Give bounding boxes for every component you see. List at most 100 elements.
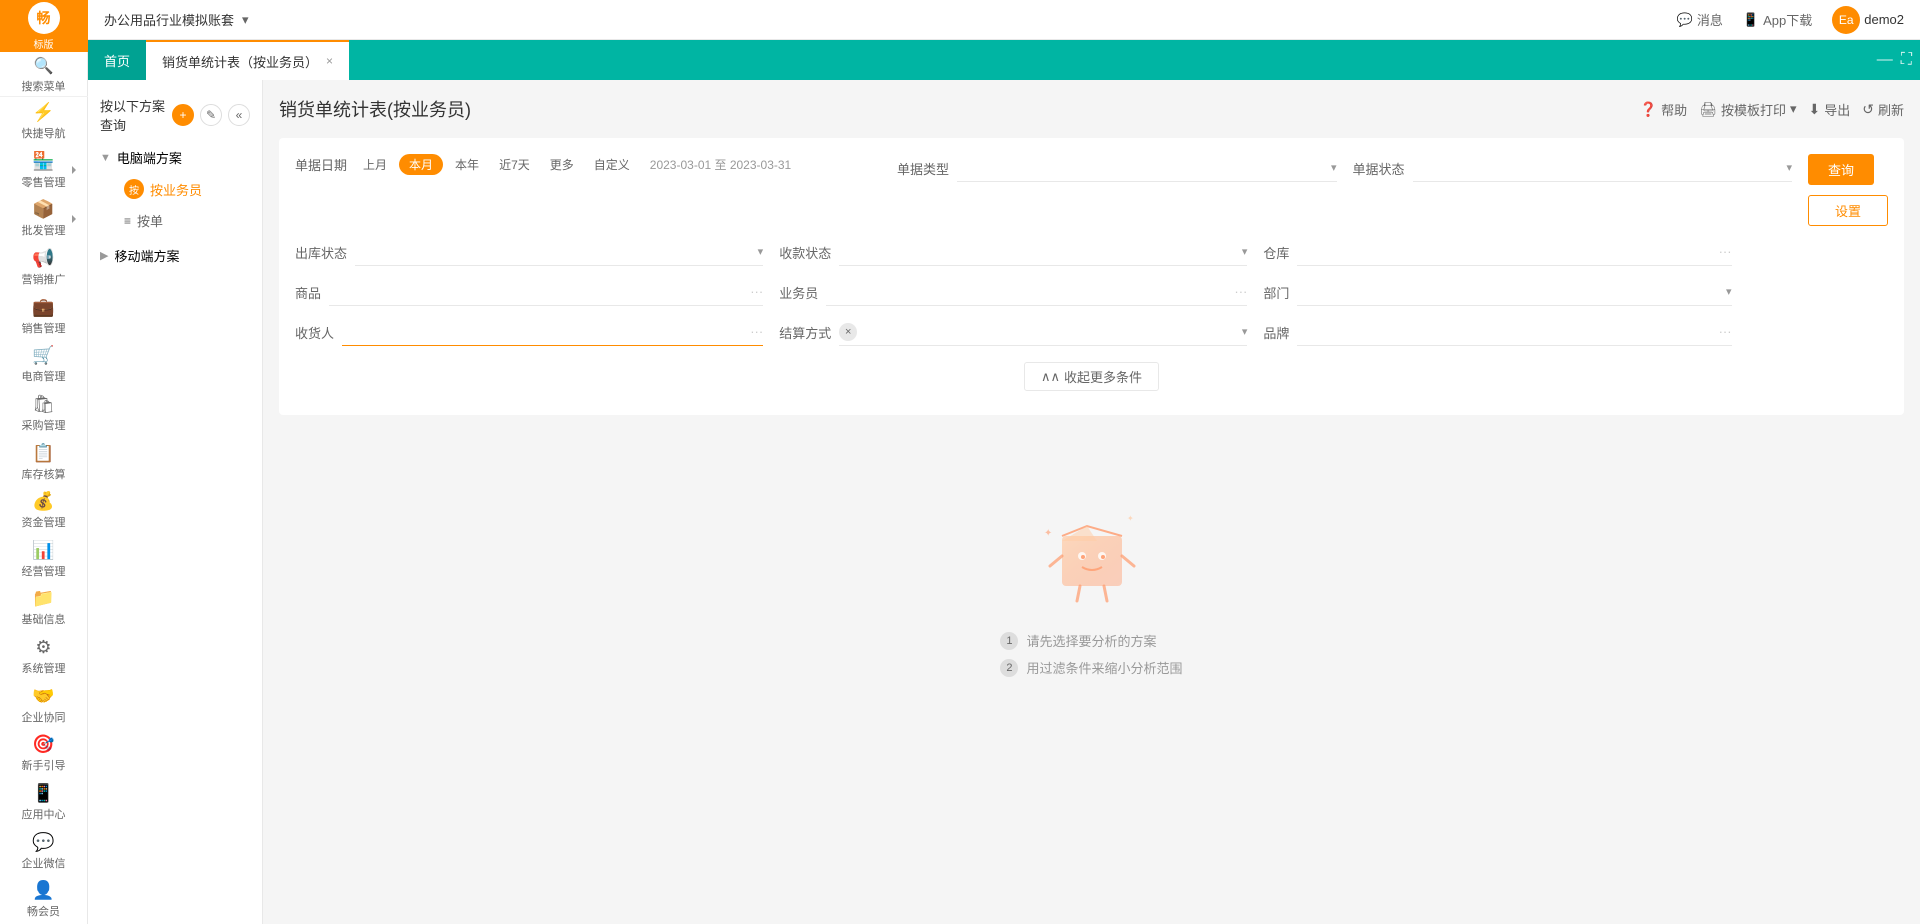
payment-method-select[interactable]: × ▾ [839,318,1247,346]
tab-home[interactable]: 首页 [88,40,146,80]
tab-home-label: 首页 [104,51,130,70]
sidebar-item-retail[interactable]: 🏪 零售管理 [0,146,88,195]
warehouse-select[interactable]: ··· [1297,238,1731,266]
goods-label: 商品 [295,283,321,302]
this-year-button[interactable]: 本年 [447,154,487,175]
last-month-button[interactable]: 上月 [355,154,395,175]
username-label: demo2 [1864,12,1904,27]
sidebar-item-wechat[interactable]: 💬 企业微信 [0,827,88,876]
print-button[interactable]: 🖨 按模板打印 ▾ [1699,100,1796,119]
doc-type-select[interactable]: ▾ [957,154,1336,182]
main-area: 办公用品行业模拟账套 ▾ 💬 消息 📱 App下载 Ea demo2 [88,0,1920,924]
export-icon: ⬇ [1809,101,1821,118]
sidebar-item-ecommerce[interactable]: 🛒 电商管理 [0,340,88,389]
member-label: 畅会员 [27,903,60,919]
more-date-button[interactable]: 更多 [542,154,582,175]
this-month-button[interactable]: 本月 [399,154,443,175]
stock-status-select[interactable]: ▾ [355,238,763,266]
empty-state: ✦ ✦ 1 请先选择要分析的方案 2 用过滤条件来缩小分析范围 [279,431,1904,737]
search-label: 搜索菜单 [22,78,66,94]
department-select[interactable]: ▾ [1297,278,1731,306]
goods-select[interactable]: ··· [329,278,763,306]
topbar-left: 办公用品行业模拟账套 ▾ [104,10,249,29]
sidebar-item-app-center[interactable]: 📱 应用中心 [0,778,88,827]
sidebar-item-new-guide[interactable]: 🎯 新手引导 [0,729,88,778]
empty-tips: 1 请先选择要分析的方案 2 用过滤条件来缩小分析范围 [1000,631,1182,677]
svg-text:✦: ✦ [1127,514,1134,523]
sidebar: 畅 标版 🔍 搜索菜单 ⚡ 快捷导航 🏪 零售管理 📦 批发管理 📢 营销推广 … [0,0,88,924]
sidebar-item-quick-nav[interactable]: ⚡ 快捷导航 [0,97,88,146]
tab-maximize-button[interactable]: ⛶ [1901,51,1912,69]
by-order-node[interactable]: ≡ 按单 [112,205,262,236]
sidebar-item-wholesale[interactable]: 📦 批发管理 [0,195,88,244]
consignee-select[interactable]: ··· [342,318,763,346]
page-header: 销货单统计表(按业务员) ❓ 帮助 🖨 按模板打印 ▾ ⬇ 导出 [279,96,1904,122]
logo-text: 标版 [34,36,54,51]
tab-minimize-button[interactable]: — [1877,51,1893,69]
ecommerce-label: 电商管理 [22,368,66,384]
search-menu-item[interactable]: 🔍 搜索菜单 [0,52,88,97]
help-button[interactable]: ❓ 帮助 [1640,100,1687,119]
query-button[interactable]: 查询 [1808,154,1874,185]
edit-scheme-button[interactable]: ✎ [200,104,222,126]
tip-2-text: 用过滤条件来缩小分析范围 [1026,658,1182,677]
salesperson-node-icon: 按 [124,179,144,199]
new-guide-label: 新手引导 [22,757,66,773]
payment-arrow-icon: ▾ [1242,325,1248,338]
help-icon: ❓ [1640,101,1657,118]
salesperson-label: 业务员 [779,283,818,302]
app-logo[interactable]: 畅 标版 [0,0,88,52]
avatar: Ea [1832,6,1860,34]
help-label: 帮助 [1661,100,1687,119]
system-label: 系统管理 [22,660,66,676]
dropdown-arrow-icon: ▾ [242,12,249,28]
refresh-icon: ↺ [1862,101,1874,118]
sidebar-item-basic-info[interactable]: 📁 基础信息 [0,584,88,633]
warehouse-dots-icon: ··· [1719,244,1732,259]
sidebar-item-system[interactable]: ⚙ 系统管理 [0,632,88,681]
receipt-status-select[interactable]: ▾ [839,238,1247,266]
mobile-scheme-label: 移动端方案 [114,246,179,265]
page-title: 销货单统计表(按业务员) [279,96,471,122]
export-button[interactable]: ⬇ 导出 [1809,100,1851,119]
sidebar-item-marketing[interactable]: 📢 营销推广 [0,243,88,292]
left-scheme-panel: 按以下方案查询 + ✎ « ▼ 电脑端方案 [88,80,263,924]
sidebar-item-finance[interactable]: 💰 资金管理 [0,486,88,535]
stock-status-arrow-icon: ▾ [758,245,764,258]
topbar-dropdown[interactable]: ▾ [242,12,249,28]
sidebar-item-sales[interactable]: 💼 销售管理 [0,292,88,341]
refresh-button[interactable]: ↺ 刷新 [1862,100,1904,119]
filter-area: 单据日期 上月 本月 本年 近7天 更多 自定义 2023-03-01 至 20… [279,138,1904,415]
tab-sales-stats[interactable]: 销货单统计表（按业务员） × [146,40,349,80]
system-icon: ⚙ [35,637,51,658]
last7-button[interactable]: 近7天 [491,154,538,175]
print-icon: 🖨 [1699,101,1717,118]
messages-button[interactable]: 💬 消息 [1677,10,1723,29]
app-download-button[interactable]: 📱 App下载 [1743,10,1812,29]
collapse-scheme-button[interactable]: « [228,104,250,126]
salesperson-select[interactable]: ··· [826,278,1247,306]
doc-status-select[interactable]: ▾ [1413,154,1792,182]
collapse-filter-button[interactable]: ∧∧ 收起更多条件 [1024,362,1159,391]
scheme-panel-header: 按以下方案查询 + ✎ « [88,88,262,142]
setting-button[interactable]: 设置 [1808,195,1888,226]
sidebar-item-inventory[interactable]: 📋 库存核算 [0,438,88,487]
payment-tag-remove[interactable]: × [839,323,857,341]
tab-close-icon[interactable]: × [326,54,333,68]
mobile-scheme-node[interactable]: ▶ 移动端方案 [88,240,262,271]
sidebar-item-purchase[interactable]: 🛍 采购管理 [0,389,88,438]
brand-select[interactable]: ··· [1297,318,1731,346]
purchase-icon: 🛍 [32,394,55,415]
sidebar-item-enterprise[interactable]: 🤝 企业协同 [0,681,88,730]
custom-date-button[interactable]: 自定义 [586,154,638,175]
department-label: 部门 [1263,283,1289,302]
add-scheme-button[interactable]: + [172,104,194,126]
app-center-label: 应用中心 [22,806,66,822]
sidebar-item-operations[interactable]: 📊 经营管理 [0,535,88,584]
sidebar-item-member[interactable]: 👤 畅会员 [0,875,88,924]
receipt-status-label: 收款状态 [779,243,831,262]
user-area[interactable]: Ea demo2 [1832,6,1904,34]
desktop-scheme-node[interactable]: ▼ 电脑端方案 [88,142,262,173]
salesperson-node[interactable]: 按 按业务员 [112,173,262,205]
download-icon: 📱 [1743,12,1759,28]
